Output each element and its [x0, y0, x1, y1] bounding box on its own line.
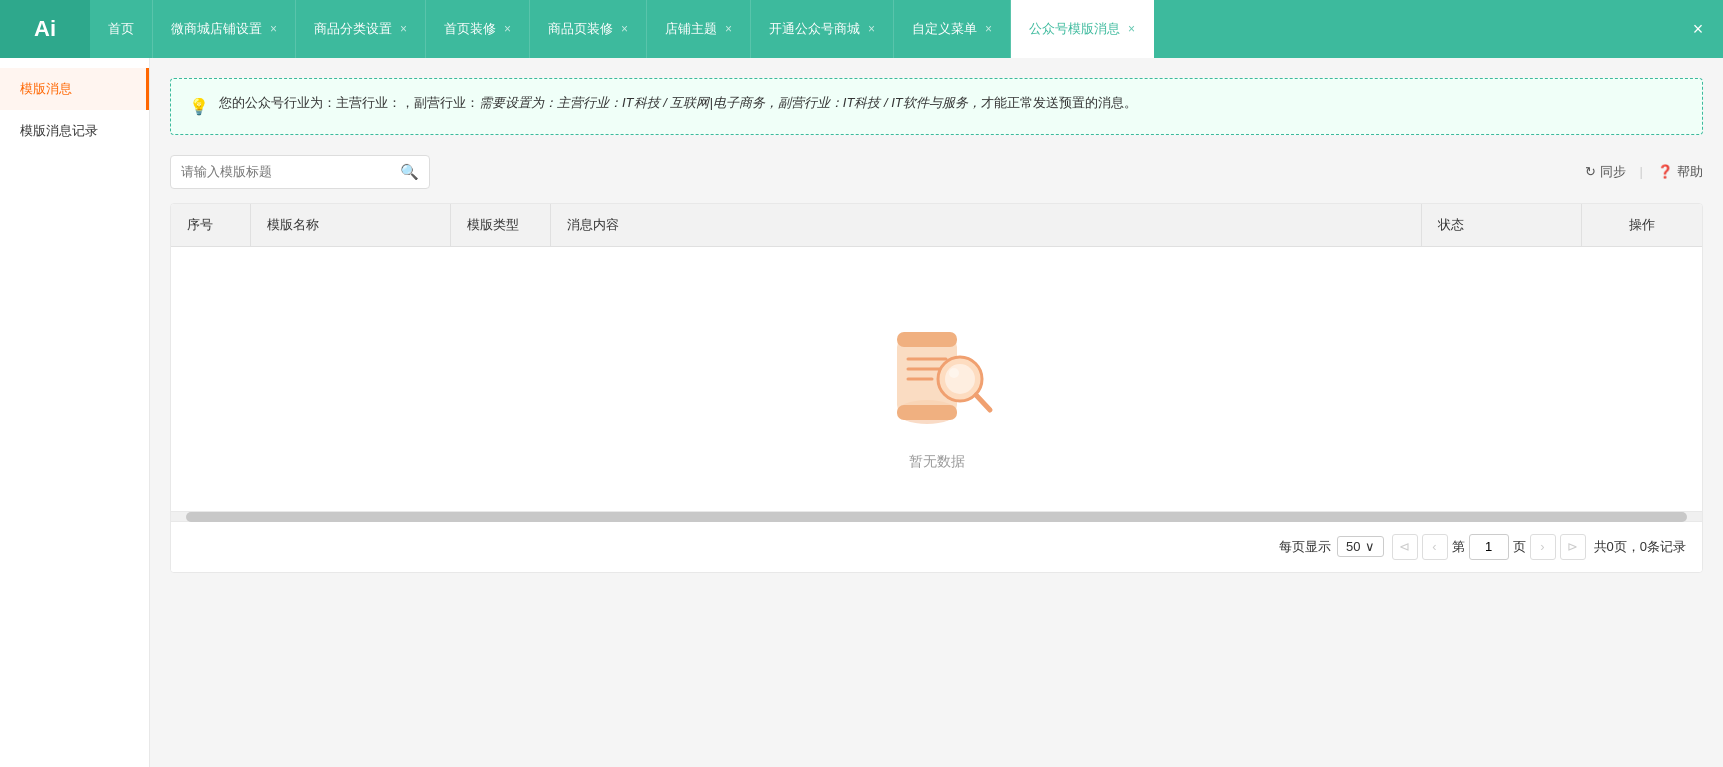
search-actions: ↻ 同步 | ❓ 帮助 — [1585, 163, 1703, 181]
tab-close-weishop[interactable]: × — [270, 22, 277, 36]
horizontal-scrollbar[interactable] — [171, 511, 1702, 521]
nav-close-button[interactable]: × — [1673, 0, 1723, 58]
app-logo: Ai — [0, 0, 90, 58]
nav-tab-product[interactable]: 商品页装修 × — [530, 0, 647, 58]
tab-close-category[interactable]: × — [400, 22, 407, 36]
nav-tab-home[interactable]: 首页 — [90, 0, 153, 58]
page-nav: ⊲ ‹ 第 页 › ⊳ — [1392, 534, 1586, 560]
tab-close-template[interactable]: × — [1128, 22, 1135, 36]
tab-close-homepage[interactable]: × — [504, 22, 511, 36]
notice-icon: 💡 — [189, 94, 209, 120]
tab-close-theme[interactable]: × — [725, 22, 732, 36]
search-bar: 🔍 ↻ 同步 | ❓ 帮助 — [170, 155, 1703, 189]
th-status: 状态 — [1422, 204, 1582, 246]
th-seq: 序号 — [171, 204, 251, 246]
first-page-button[interactable]: ⊲ — [1392, 534, 1418, 560]
page-size-label: 每页显示 — [1279, 538, 1331, 556]
table-wrap: 序号 模版名称 模版类型 消息内容 状态 操作 — [170, 203, 1703, 573]
nav-tab-theme[interactable]: 店铺主题 × — [647, 0, 751, 58]
next-page-button[interactable]: › — [1530, 534, 1556, 560]
svg-line-9 — [976, 395, 990, 410]
help-button[interactable]: ❓ 帮助 — [1657, 163, 1703, 181]
svg-point-10 — [949, 368, 959, 378]
help-icon: ❓ — [1657, 164, 1673, 179]
top-nav: Ai 首页 微商城店铺设置 × 商品分类设置 × 首页装修 × 商品页装修 × … — [0, 0, 1723, 58]
page-size-wrap: 每页显示 50 ∨ — [1279, 536, 1383, 557]
nav-tab-mall[interactable]: 开通公众号商城 × — [751, 0, 894, 58]
search-input-wrap: 🔍 — [170, 155, 430, 189]
nav-tab-weishop[interactable]: 微商城店铺设置 × — [153, 0, 296, 58]
empty-text: 暂无数据 — [909, 453, 965, 471]
last-page-button[interactable]: ⊳ — [1560, 534, 1586, 560]
main-layout: 模版消息 模版消息记录 💡 您的公众号行业为：主营行业：，副营行业：需要设置为：… — [0, 58, 1723, 767]
th-content: 消息内容 — [551, 204, 1422, 246]
page-input-wrap: 第 页 — [1452, 534, 1526, 560]
content-area: 💡 您的公众号行业为：主营行业：，副营行业：需要设置为：主营行业：IT科技 / … — [150, 58, 1723, 767]
pagination: 每页显示 50 ∨ ⊲ ‹ 第 页 › ⊳ — [171, 521, 1702, 572]
table-header: 序号 模版名称 模版类型 消息内容 状态 操作 — [171, 204, 1702, 247]
tab-close-mall[interactable]: × — [868, 22, 875, 36]
nav-tab-category[interactable]: 商品分类设置 × — [296, 0, 426, 58]
sidebar-item-template-record[interactable]: 模版消息记录 — [0, 110, 149, 152]
sidebar-item-template-msg[interactable]: 模版消息 — [0, 68, 149, 110]
sidebar: 模版消息 模版消息记录 — [0, 58, 150, 767]
nav-tab-template[interactable]: 公众号模版消息 × — [1011, 0, 1154, 58]
sync-button[interactable]: ↻ 同步 — [1585, 163, 1626, 181]
page-size-select[interactable]: 50 ∨ — [1337, 536, 1383, 557]
th-action: 操作 — [1582, 204, 1702, 246]
notice-highlight: 需要设置为：主营行业：IT科技 / 互联网|电子商务，副营行业：IT科技 / I… — [479, 95, 981, 110]
sync-icon: ↻ — [1585, 164, 1596, 179]
tab-close-product[interactable]: × — [621, 22, 628, 36]
search-button[interactable]: 🔍 — [400, 163, 419, 181]
svg-rect-2 — [897, 332, 957, 347]
svg-rect-3 — [897, 405, 957, 420]
empty-illustration — [872, 307, 1002, 437]
svg-point-8 — [945, 364, 975, 394]
divider: | — [1640, 164, 1643, 179]
prev-page-button[interactable]: ‹ — [1422, 534, 1448, 560]
nav-tab-menu[interactable]: 自定义菜单 × — [894, 0, 1011, 58]
search-input[interactable] — [181, 164, 400, 179]
page-number-input[interactable] — [1469, 534, 1509, 560]
notice-box: 💡 您的公众号行业为：主营行业：，副营行业：需要设置为：主营行业：IT科技 / … — [170, 78, 1703, 135]
nav-tabs: 首页 微商城店铺设置 × 商品分类设置 × 首页装修 × 商品页装修 × 店铺主… — [90, 0, 1673, 58]
empty-state: 暂无数据 — [171, 247, 1702, 511]
total-text: 共0页，0条记录 — [1594, 538, 1686, 556]
tab-close-menu[interactable]: × — [985, 22, 992, 36]
chevron-down-icon: ∨ — [1365, 539, 1375, 554]
notice-text: 您的公众号行业为：主营行业：，副营行业：需要设置为：主营行业：IT科技 / 互联… — [219, 93, 1137, 114]
th-name: 模版名称 — [251, 204, 451, 246]
nav-tab-homepage[interactable]: 首页装修 × — [426, 0, 530, 58]
scroll-thumb[interactable] — [186, 512, 1687, 522]
th-type: 模版类型 — [451, 204, 551, 246]
